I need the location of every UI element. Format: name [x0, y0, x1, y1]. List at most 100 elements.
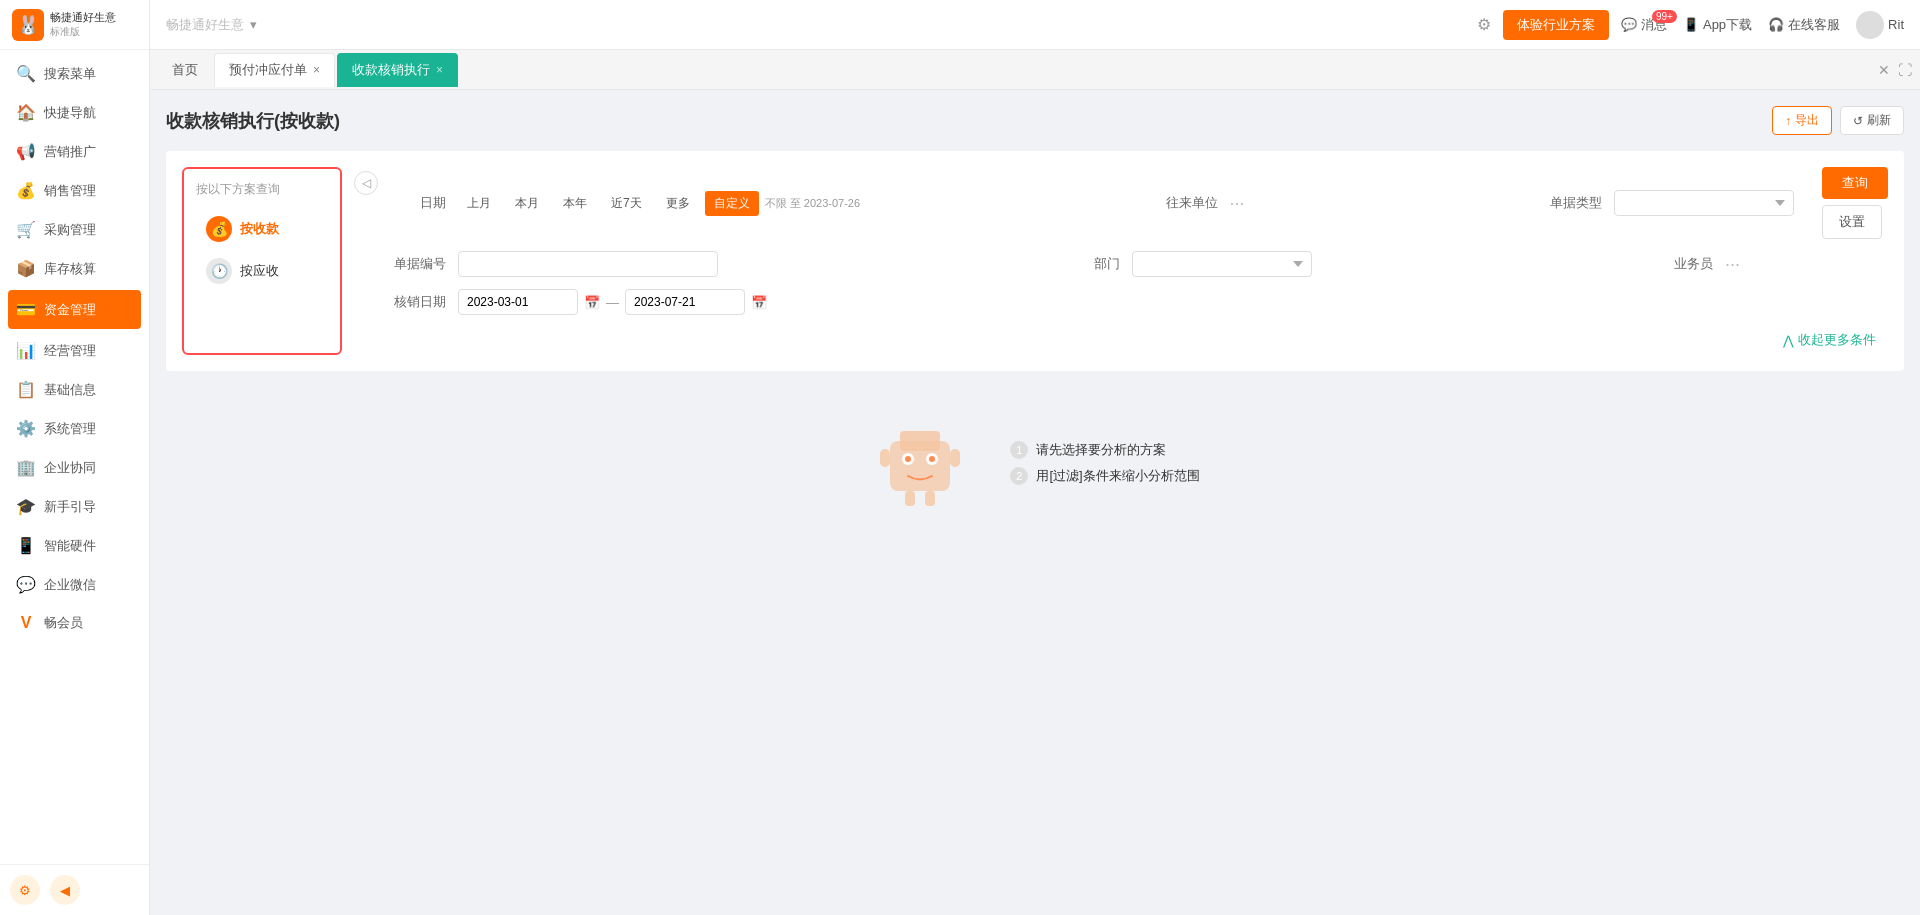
- filter-row-2: 单据编号 部门 业务员 ···: [390, 251, 1888, 277]
- bill-type-label: 单据类型: [1546, 194, 1602, 212]
- filter-options-panel: 按以下方案查询 💰 按收款 🕐 按应收: [182, 167, 342, 355]
- sidebar-item-wechat[interactable]: 💬 企业微信: [0, 565, 149, 604]
- gear-icon: ⚙️: [16, 419, 36, 438]
- list-icon: 📋: [16, 380, 36, 399]
- date-sub-text: 不限 至 2023-07-26: [765, 196, 860, 211]
- industry-solution-button[interactable]: 体验行业方案: [1503, 10, 1609, 40]
- filter-option-by-receivable[interactable]: 🕐 按应收: [196, 250, 328, 292]
- dept-select[interactable]: [1132, 251, 1312, 277]
- export-button[interactable]: ↑ 导出: [1772, 106, 1832, 135]
- home-icon: 🏠: [16, 103, 36, 122]
- app-logo: 🐰 畅捷通好生意 标准版: [0, 0, 149, 50]
- dept-label: 部门: [1064, 255, 1120, 273]
- collapse-more-button[interactable]: ⋀ 收起更多条件: [1771, 325, 1888, 355]
- svg-point-4: [905, 456, 911, 462]
- filter-panel: 按以下方案查询 💰 按收款 🕐 按应收 ◁ 日期: [166, 151, 1904, 371]
- download-icon: 📱: [1683, 17, 1699, 32]
- empty-illustration: [870, 411, 970, 514]
- settings-footer-icon[interactable]: ⚙: [10, 875, 40, 905]
- user-profile[interactable]: Rit: [1856, 11, 1904, 39]
- date-custom[interactable]: 自定义: [705, 191, 759, 216]
- clock-icon: 🕐: [206, 258, 232, 284]
- sidebar-item-hardware[interactable]: 📱 智能硬件: [0, 526, 149, 565]
- close-tab-icon[interactable]: ✕: [1878, 62, 1890, 78]
- expand-icon[interactable]: ⛶: [1898, 62, 1912, 78]
- date-last-month[interactable]: 上月: [458, 191, 500, 216]
- empty-tips: 1 请先选择要分析的方案 2 用[过滤]条件来缩小分析范围: [1010, 437, 1199, 489]
- card-icon: 💳: [16, 300, 36, 319]
- breadcrumb: 畅捷通好生意 ▾: [166, 16, 1465, 34]
- date-options-group: 上月 本月 本年 近7天 更多 自定义 不限 至 2023-07-26: [458, 191, 860, 216]
- filter-rows: 日期 上月 本月 本年 近7天 更多 自定义 不限 至 2023-07-26 往…: [390, 167, 1888, 315]
- sidebar-item-sales[interactable]: 💰 销售管理: [0, 171, 149, 210]
- filter-collapse-button[interactable]: ◁: [354, 171, 378, 195]
- date-more[interactable]: 更多: [657, 191, 699, 216]
- sidebar-item-member[interactable]: V 畅会员: [0, 604, 149, 642]
- filter-option-by-collect[interactable]: 💰 按收款: [196, 208, 328, 250]
- app-download-button[interactable]: 📱 App下载: [1683, 16, 1752, 34]
- phone-icon: 📱: [16, 536, 36, 555]
- counterpart-label: 往来单位: [1162, 194, 1218, 212]
- svg-rect-8: [905, 491, 915, 506]
- bill-no-label: 单据编号: [390, 255, 446, 273]
- refresh-button[interactable]: ↺ 刷新: [1840, 106, 1904, 135]
- sidebar-item-operation[interactable]: 📊 经营管理: [0, 331, 149, 370]
- money-icon: 💰: [16, 181, 36, 200]
- empty-state: 1 请先选择要分析的方案 2 用[过滤]条件来缩小分析范围: [166, 411, 1904, 514]
- date-this-year[interactable]: 本年: [554, 191, 596, 216]
- verify-date-to-input[interactable]: 2023-07-21: [625, 289, 745, 315]
- sidebar-item-marketing[interactable]: 📢 营销推广: [0, 132, 149, 171]
- graduation-icon: 🎓: [16, 497, 36, 516]
- tab-close-prepay[interactable]: ×: [313, 63, 320, 77]
- tab-collect[interactable]: 收款核销执行 ×: [337, 53, 458, 87]
- sidebar-item-system[interactable]: ⚙️ 系统管理: [0, 409, 149, 448]
- sidebar-item-search[interactable]: 🔍 搜索菜单: [0, 54, 149, 93]
- filter-options-title: 按以下方案查询: [196, 181, 328, 198]
- tab-home[interactable]: 首页: [158, 53, 212, 87]
- avatar: [1856, 11, 1884, 39]
- salesperson-label: 业务员: [1657, 255, 1713, 273]
- sidebar-item-enterprise[interactable]: 🏢 企业协同: [0, 448, 149, 487]
- message-button[interactable]: 💬 消息 99+: [1621, 16, 1667, 34]
- sidebar: 🐰 畅捷通好生意 标准版 🔍 搜索菜单 🏠 快捷导航 📢 营销推广 💰 销售管理…: [0, 0, 150, 915]
- sidebar-item-finance[interactable]: 💳 资金管理: [8, 290, 141, 329]
- building-icon: 🏢: [16, 458, 36, 477]
- setting-button[interactable]: 设置: [1822, 205, 1882, 239]
- page-title-row: 收款核销执行(按收款) ↑ 导出 ↺ 刷新: [166, 106, 1904, 135]
- tab-prepay[interactable]: 预付冲应付单 ×: [214, 53, 335, 87]
- collapse-sidebar-button[interactable]: ◀: [50, 875, 80, 905]
- sidebar-item-purchase[interactable]: 🛒 采购管理: [0, 210, 149, 249]
- date-last-7days[interactable]: 近7天: [602, 191, 651, 216]
- tab-close-collect[interactable]: ×: [436, 63, 443, 77]
- verify-date-from-input[interactable]: 2023-03-01: [458, 289, 578, 315]
- svg-rect-1: [900, 431, 940, 451]
- filter-fields: 日期 上月 本月 本年 近7天 更多 自定义 不限 至 2023-07-26 往…: [390, 167, 1888, 355]
- megaphone-icon: 📢: [16, 142, 36, 161]
- sidebar-item-inventory[interactable]: 📦 库存核算: [0, 249, 149, 288]
- counterpart-dots: ···: [1230, 193, 1245, 214]
- filter-row-3: 核销日期 2023-03-01 📅 — 2023-07-21 📅: [390, 289, 1888, 315]
- online-service-button[interactable]: 🎧 在线客服: [1768, 16, 1840, 34]
- sidebar-item-guide[interactable]: 🎓 新手引导: [0, 487, 149, 526]
- logo-text: 畅捷通好生意: [50, 10, 116, 24]
- page-title-actions: ↑ 导出 ↺ 刷新: [1772, 106, 1904, 135]
- query-button[interactable]: 查询: [1822, 167, 1888, 199]
- header-right: 💬 消息 99+ 📱 App下载 🎧 在线客服 Rit: [1621, 11, 1904, 39]
- sidebar-item-basic[interactable]: 📋 基础信息: [0, 370, 149, 409]
- query-buttons: 查询 设置: [1822, 167, 1888, 239]
- bill-type-select[interactable]: [1614, 190, 1794, 216]
- sidebar-item-quicknav[interactable]: 🏠 快捷导航: [0, 93, 149, 132]
- date-label: 日期: [390, 194, 446, 212]
- tab-bar: 首页 预付冲应付单 × 收款核销执行 × ✕ ⛶: [150, 50, 1920, 90]
- settings-icon[interactable]: ⚙: [1477, 15, 1491, 34]
- content-area: 收款核销执行(按收款) ↑ 导出 ↺ 刷新 按以下方案查询 💰 按收款: [150, 90, 1920, 915]
- calendar-from-icon[interactable]: 📅: [584, 295, 600, 310]
- calendar-to-icon[interactable]: 📅: [751, 295, 767, 310]
- logo-icon: 🐰: [12, 9, 44, 41]
- bill-no-input[interactable]: [458, 251, 718, 277]
- tip-item-1: 1 请先选择要分析的方案: [1010, 437, 1199, 463]
- date-this-month[interactable]: 本月: [506, 191, 548, 216]
- sidebar-nav: 🔍 搜索菜单 🏠 快捷导航 📢 营销推广 💰 销售管理 🛒 采购管理 📦 库存核…: [0, 50, 149, 864]
- chevron-down-icon[interactable]: ▾: [250, 17, 257, 32]
- headset-icon: 🎧: [1768, 17, 1784, 32]
